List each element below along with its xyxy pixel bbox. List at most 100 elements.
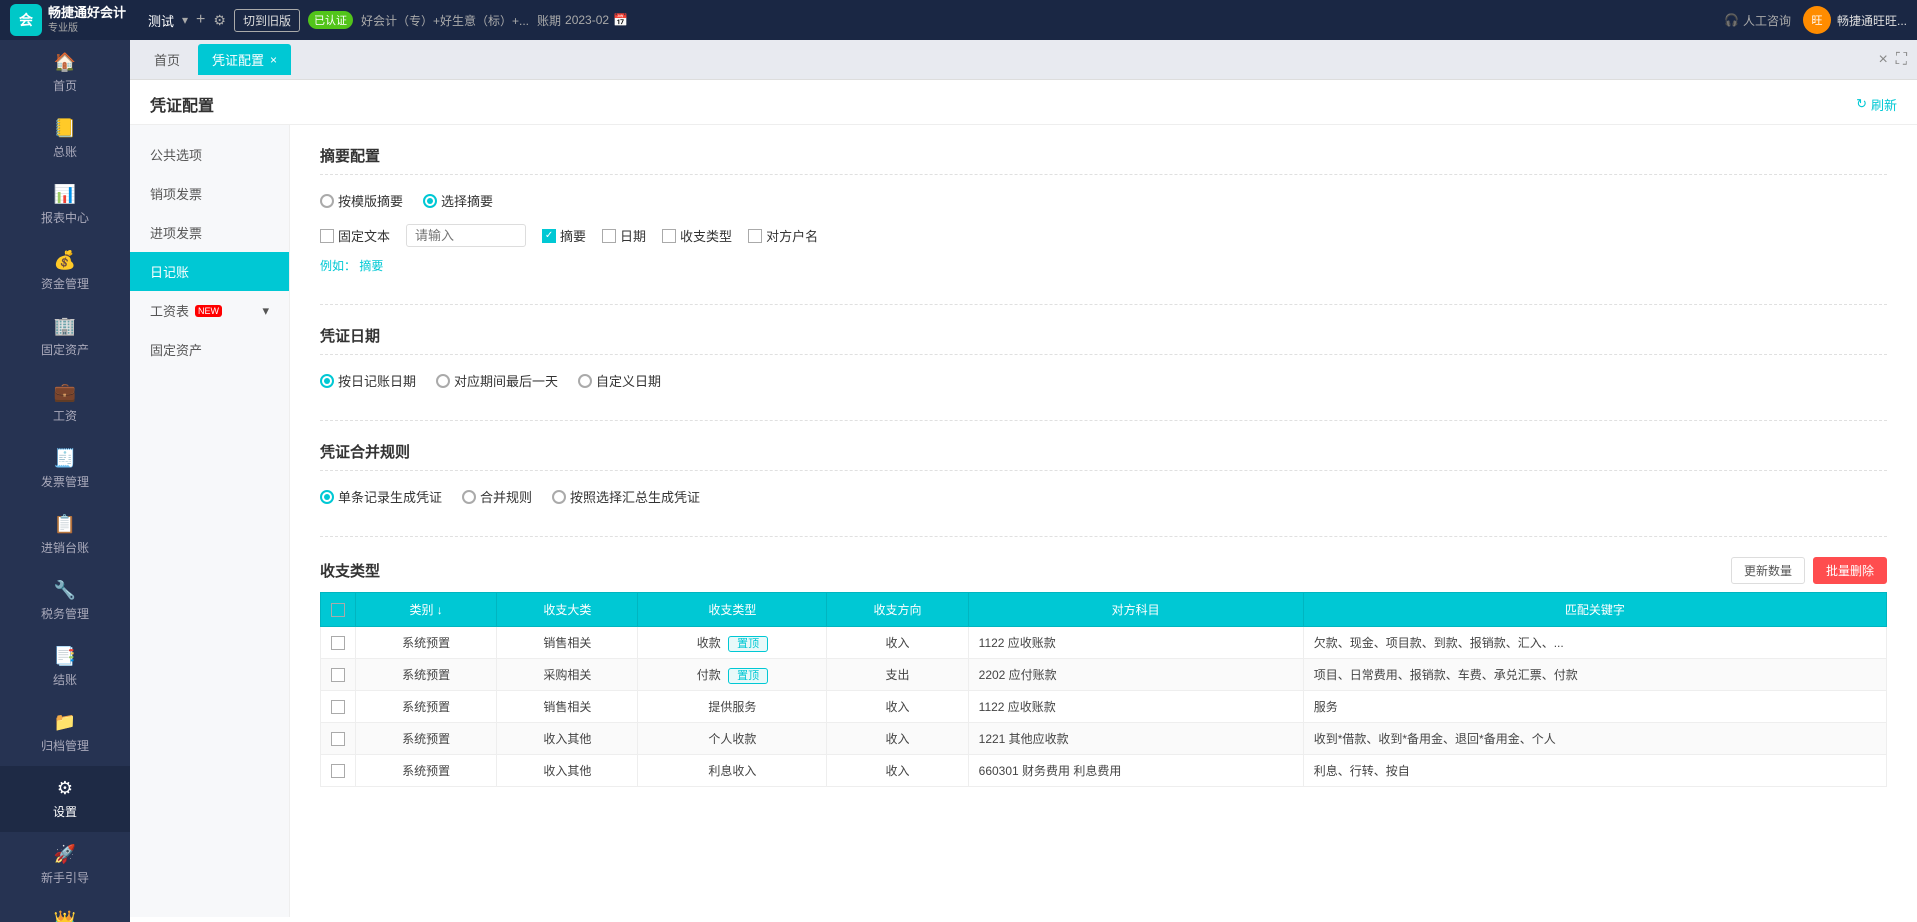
tab-voucher-config[interactable]: 凭证配置 × <box>198 44 291 75</box>
topbar-right: 🎧 人工咨询 旺 畅捷通旺旺... <box>1724 6 1907 34</box>
sidebar-item-reports[interactable]: 📊 报表中心 <box>0 172 130 238</box>
fixed-text-input[interactable] <box>406 224 526 247</box>
td-checkbox <box>321 659 356 691</box>
radio-last-day[interactable]: 对应期间最后一天 <box>436 371 558 390</box>
checkbox-box-date <box>602 229 616 243</box>
summary-radio-group: 按模版摘要 选择摘要 <box>320 191 1887 210</box>
window-close-icon[interactable]: × <box>1878 51 1887 69</box>
sidebar-item-ledger[interactable]: 📒 总账 <box>0 106 130 172</box>
sidebar-item-close[interactable]: 📑 结账 <box>0 634 130 700</box>
radio-circle <box>578 374 592 388</box>
td-direction: 收入 <box>827 723 968 755</box>
sidebar-item-label: 结账 <box>53 671 77 688</box>
th-subject: 对方科目 <box>968 593 1303 627</box>
td-keywords: 项目、日常费用、报销款、车费、承兑汇票、付款 <box>1303 659 1886 691</box>
invoice-icon: 🧾 <box>54 448 76 469</box>
sidebar-item-salary[interactable]: 💼 工资 <box>0 370 130 436</box>
sidebar-item-settings[interactable]: ⚙ 设置 <box>0 766 130 832</box>
table-header: 类别 ↓ 收支大类 收支类型 收支方向 对方科目 匹配关键字 <box>321 593 1887 627</box>
merge-section: 凭证合并规则 单条记录生成凭证 合并规则 <box>320 441 1887 506</box>
dropdown-arrow-icon[interactable]: ▾ <box>182 13 188 27</box>
service-button[interactable]: 🎧 人工咨询 <box>1724 12 1791 29</box>
td-type: 个人收款 <box>638 723 827 755</box>
batch-delete-button[interactable]: 批量删除 <box>1813 557 1887 584</box>
settings-icon: ⚙ <box>57 778 73 799</box>
summary-section: 摘要配置 按模版摘要 选择摘要 <box>320 145 1887 274</box>
headset-icon: 🎧 <box>1724 13 1739 27</box>
expand-icon: ▾ <box>262 303 269 319</box>
avatar: 旺 <box>1803 6 1831 34</box>
th-checkbox <box>321 593 356 627</box>
left-nav-public[interactable]: 公共选项 <box>130 135 289 174</box>
radio-circle <box>436 374 450 388</box>
reports-icon: 📊 <box>54 184 76 205</box>
switch-version-button[interactable]: 切到旧版 <box>234 9 300 32</box>
topbar: 会 畅捷通好会计 专业版 测试 ▾ + ⚙ 切到旧版 已认证 好会计（专）+好生… <box>0 0 1917 40</box>
left-nav-sales-invoice[interactable]: 销项发票 <box>130 174 289 213</box>
sidebar-item-assets[interactable]: 🏢 固定资产 <box>0 304 130 370</box>
window-expand-icon[interactable]: ⛶ <box>1896 51 1907 69</box>
calendar-icon[interactable]: 📅 <box>613 13 628 27</box>
checkbox-income-type[interactable]: 收支类型 <box>662 226 732 245</box>
radio-template-summary[interactable]: 按模版摘要 <box>320 191 403 210</box>
row-checkbox[interactable] <box>331 732 345 746</box>
sidebar-item-archive[interactable]: 📁 归档管理 <box>0 700 130 766</box>
add-icon[interactable]: + <box>196 11 205 29</box>
update-count-button[interactable]: 更新数量 <box>1731 557 1805 584</box>
date-section-title: 凭证日期 <box>320 325 1887 355</box>
checkbox-summary[interactable]: ✓ 摘要 <box>542 226 586 245</box>
left-nav-diary[interactable]: 日记账 <box>130 252 289 291</box>
select-all-checkbox[interactable] <box>331 603 345 617</box>
window-controls: × ⛶ <box>1878 51 1907 69</box>
td-direction: 收入 <box>827 691 968 723</box>
radio-by-diary-date[interactable]: 按日记账日期 <box>320 371 416 390</box>
radio-merge-rules[interactable]: 合并规则 <box>462 487 532 506</box>
radio-aggregate[interactable]: 按照选择汇总生成凭证 <box>552 487 700 506</box>
top-tag[interactable]: 置顶 <box>728 636 768 652</box>
summary-section-title: 摘要配置 <box>320 145 1887 175</box>
radio-single-record[interactable]: 单条记录生成凭证 <box>320 487 442 506</box>
checkbox-fixed-text[interactable]: 固定文本 <box>320 226 390 245</box>
table-actions: 更新数量 批量删除 <box>1731 557 1887 584</box>
sidebar-item-sales[interactable]: 📋 进销台账 <box>0 502 130 568</box>
sidebar-item-guide[interactable]: 🚀 新手引导 <box>0 832 130 898</box>
left-nav-purchase-invoice[interactable]: 进项发票 <box>130 213 289 252</box>
tab-close-icon[interactable]: × <box>270 53 277 67</box>
row-checkbox[interactable] <box>331 668 345 682</box>
radio-select-summary[interactable]: 选择摘要 <box>423 191 493 210</box>
refresh-button[interactable]: ↻ 刷新 <box>1856 95 1897 114</box>
sidebar-item-home[interactable]: 🏠 首页 <box>0 40 130 106</box>
logo-line1: 畅捷通好会计 <box>48 5 126 22</box>
row-checkbox[interactable] <box>331 764 345 778</box>
sidebar-item-tax[interactable]: 🔧 税务管理 <box>0 568 130 634</box>
th-keywords: 匹配关键字 <box>1303 593 1886 627</box>
checkbox-date[interactable]: 日期 <box>602 226 646 245</box>
td-subject: 1221 其他应收款 <box>968 723 1303 755</box>
gear-icon[interactable]: ⚙ <box>213 12 226 29</box>
sidebar-item-label: 首页 <box>53 77 77 94</box>
logo-icon: 会 <box>10 4 42 36</box>
radio-custom-date[interactable]: 自定义日期 <box>578 371 661 390</box>
period-label: 账期 2023-02 📅 <box>537 12 628 29</box>
left-nav-fixed-assets[interactable]: 固定资产 <box>130 330 289 369</box>
td-major: 采购相关 <box>497 659 638 691</box>
sidebar-item-vip[interactable]: 👑 畅会员 <box>0 898 130 922</box>
top-tag[interactable]: 置顶 <box>728 668 768 684</box>
tab-home[interactable]: 首页 <box>140 44 194 75</box>
left-nav-payroll[interactable]: 工资表 NEW ▾ <box>130 291 289 330</box>
date-radio-group: 按日记账日期 对应期间最后一天 自定义日期 <box>320 371 1887 390</box>
sidebar-item-label: 进销台账 <box>41 539 89 556</box>
checkbox-box-fixed-text <box>320 229 334 243</box>
sidebar-item-label: 新手引导 <box>41 869 89 886</box>
td-direction: 支出 <box>827 659 968 691</box>
td-checkbox <box>321 723 356 755</box>
th-type: 收支类型 <box>638 593 827 627</box>
sidebar-item-funds[interactable]: 💰 资金管理 <box>0 238 130 304</box>
sidebar-item-invoice[interactable]: 🧾 发票管理 <box>0 436 130 502</box>
sidebar-item-label: 报表中心 <box>41 209 89 226</box>
checkbox-counterpart-name[interactable]: 对方户名 <box>748 226 818 245</box>
th-category: 类别 ↓ <box>356 593 497 627</box>
td-type: 提供服务 <box>638 691 827 723</box>
row-checkbox[interactable] <box>331 700 345 714</box>
row-checkbox[interactable] <box>331 636 345 650</box>
